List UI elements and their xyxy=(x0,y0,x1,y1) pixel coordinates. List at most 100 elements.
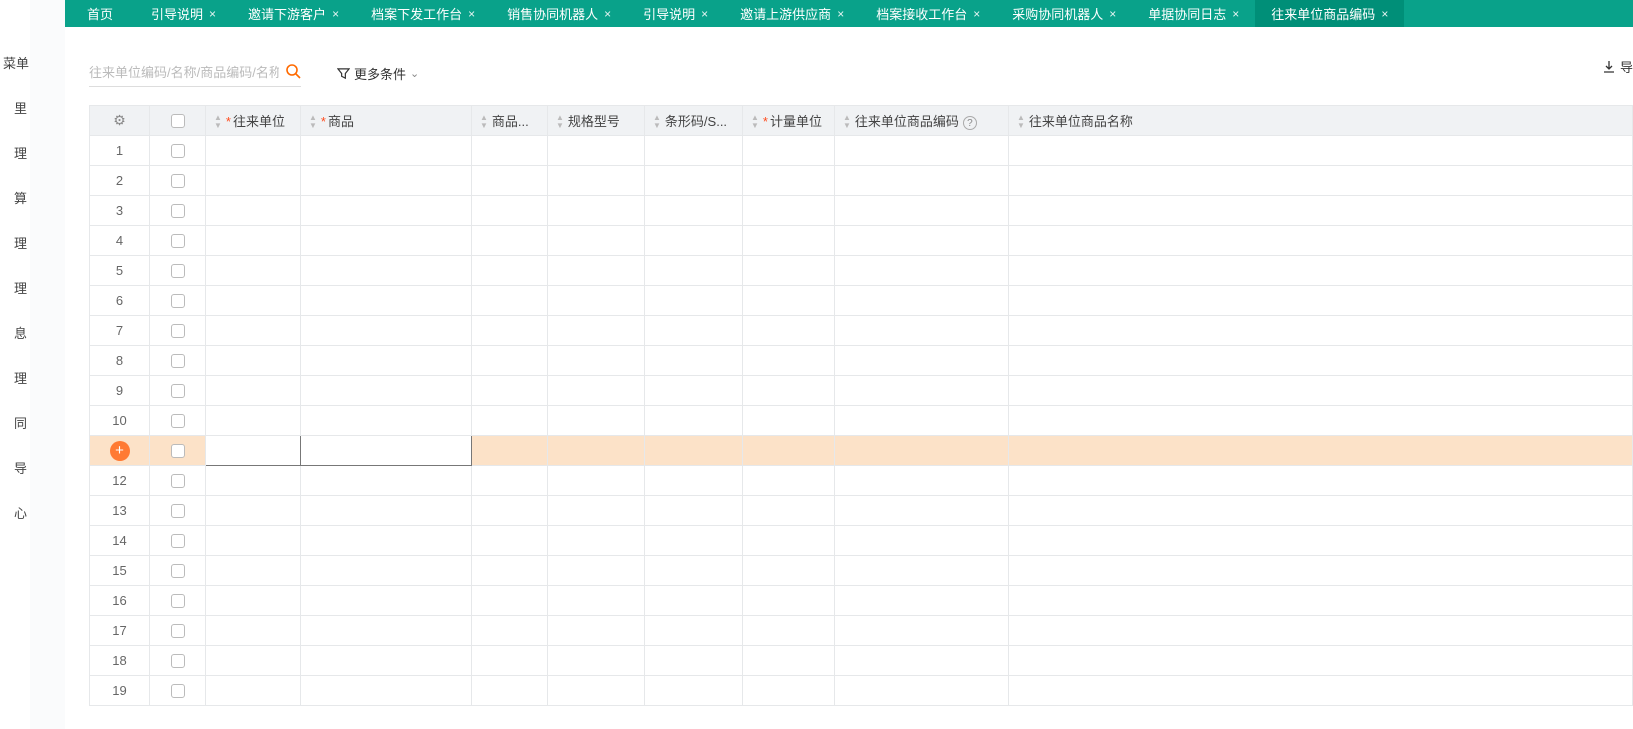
cell[interactable] xyxy=(206,646,301,676)
cell[interactable] xyxy=(743,466,835,496)
cell[interactable] xyxy=(835,346,1009,376)
cell[interactable] xyxy=(645,376,743,406)
cell[interactable] xyxy=(645,616,743,646)
search-icon[interactable] xyxy=(285,63,301,79)
checkbox[interactable] xyxy=(171,174,185,188)
cell[interactable] xyxy=(1009,616,1633,646)
cell[interactable] xyxy=(206,496,301,526)
close-icon[interactable]: × xyxy=(332,7,339,21)
tab[interactable]: 邀请下游客户× xyxy=(232,0,355,27)
checkbox[interactable] xyxy=(171,414,185,428)
cell[interactable] xyxy=(645,676,743,706)
cell[interactable] xyxy=(645,496,743,526)
checkbox[interactable] xyxy=(171,594,185,608)
cell[interactable] xyxy=(206,616,301,646)
cell[interactable] xyxy=(835,526,1009,556)
cell[interactable] xyxy=(301,166,472,196)
checkbox[interactable] xyxy=(171,654,185,668)
table-row[interactable]: 6 xyxy=(90,286,1633,316)
cell[interactable] xyxy=(301,556,472,586)
cell[interactable] xyxy=(301,406,472,436)
checkbox[interactable] xyxy=(171,534,185,548)
cell[interactable] xyxy=(1009,136,1633,166)
cell[interactable] xyxy=(472,136,548,166)
cell[interactable] xyxy=(206,136,301,166)
cell[interactable] xyxy=(548,436,645,466)
cell[interactable] xyxy=(645,466,743,496)
cell[interactable] xyxy=(472,496,548,526)
cell[interactable] xyxy=(206,406,301,436)
cell[interactable] xyxy=(548,226,645,256)
cell[interactable] xyxy=(835,616,1009,646)
cell[interactable] xyxy=(1009,436,1633,466)
table-row[interactable]: 9 xyxy=(90,376,1633,406)
cell[interactable] xyxy=(548,646,645,676)
table-row[interactable]: 17 xyxy=(90,616,1633,646)
cell[interactable] xyxy=(548,496,645,526)
cell[interactable] xyxy=(645,646,743,676)
cell[interactable] xyxy=(548,346,645,376)
close-icon[interactable]: × xyxy=(837,7,844,21)
cell[interactable] xyxy=(206,166,301,196)
cell[interactable] xyxy=(835,586,1009,616)
cell[interactable] xyxy=(472,436,548,466)
checkbox[interactable] xyxy=(171,264,185,278)
cell[interactable] xyxy=(645,526,743,556)
checkbox[interactable] xyxy=(171,354,185,368)
col-partner-code[interactable]: ▲▼往来单位商品编码? xyxy=(835,106,1009,136)
col-partner-name[interactable]: ▲▼往来单位商品名称 xyxy=(1009,106,1633,136)
tab[interactable]: 首页 xyxy=(65,0,135,27)
cell[interactable] xyxy=(645,286,743,316)
table-row[interactable]: 1 xyxy=(90,136,1633,166)
cell[interactable] xyxy=(548,406,645,436)
checkbox[interactable] xyxy=(171,444,185,458)
cell[interactable] xyxy=(835,196,1009,226)
cell[interactable] xyxy=(743,586,835,616)
cell[interactable] xyxy=(301,316,472,346)
cell[interactable] xyxy=(472,166,548,196)
cell[interactable] xyxy=(743,346,835,376)
cell[interactable] xyxy=(743,316,835,346)
sidebar-item[interactable]: 导 xyxy=(0,445,30,490)
cell[interactable] xyxy=(301,196,472,226)
cell[interactable] xyxy=(548,166,645,196)
cell[interactable] xyxy=(301,616,472,646)
cell[interactable] xyxy=(301,526,472,556)
cell[interactable] xyxy=(1009,376,1633,406)
table-row[interactable]: + xyxy=(90,436,1633,466)
cell[interactable] xyxy=(301,436,472,466)
cell[interactable] xyxy=(835,376,1009,406)
cell[interactable] xyxy=(835,466,1009,496)
col-measure[interactable]: ▲▼*计量单位 xyxy=(743,106,835,136)
cell[interactable] xyxy=(206,676,301,706)
close-icon[interactable]: × xyxy=(1232,7,1239,21)
cell[interactable] xyxy=(301,466,472,496)
cell[interactable] xyxy=(301,286,472,316)
cell[interactable] xyxy=(1009,646,1633,676)
tab[interactable]: 档案接收工作台× xyxy=(860,0,996,27)
cell[interactable] xyxy=(1009,316,1633,346)
cell[interactable] xyxy=(743,526,835,556)
cell[interactable] xyxy=(645,556,743,586)
cell[interactable] xyxy=(743,616,835,646)
close-icon[interactable]: × xyxy=(468,7,475,21)
cell[interactable] xyxy=(548,136,645,166)
checkbox[interactable] xyxy=(171,384,185,398)
cell[interactable] xyxy=(206,196,301,226)
cell[interactable] xyxy=(835,256,1009,286)
table-row[interactable]: 10 xyxy=(90,406,1633,436)
cell[interactable] xyxy=(206,256,301,286)
col-product[interactable]: ▲▼*商品 xyxy=(301,106,472,136)
cell[interactable] xyxy=(301,226,472,256)
checkbox[interactable] xyxy=(171,504,185,518)
cell[interactable] xyxy=(645,586,743,616)
checkbox[interactable] xyxy=(171,294,185,308)
checkbox[interactable] xyxy=(171,624,185,638)
cell[interactable] xyxy=(743,406,835,436)
cell[interactable] xyxy=(206,526,301,556)
cell[interactable] xyxy=(1009,586,1633,616)
cell[interactable] xyxy=(743,556,835,586)
cell[interactable] xyxy=(472,466,548,496)
cell[interactable] xyxy=(301,586,472,616)
table-row[interactable]: 13 xyxy=(90,496,1633,526)
